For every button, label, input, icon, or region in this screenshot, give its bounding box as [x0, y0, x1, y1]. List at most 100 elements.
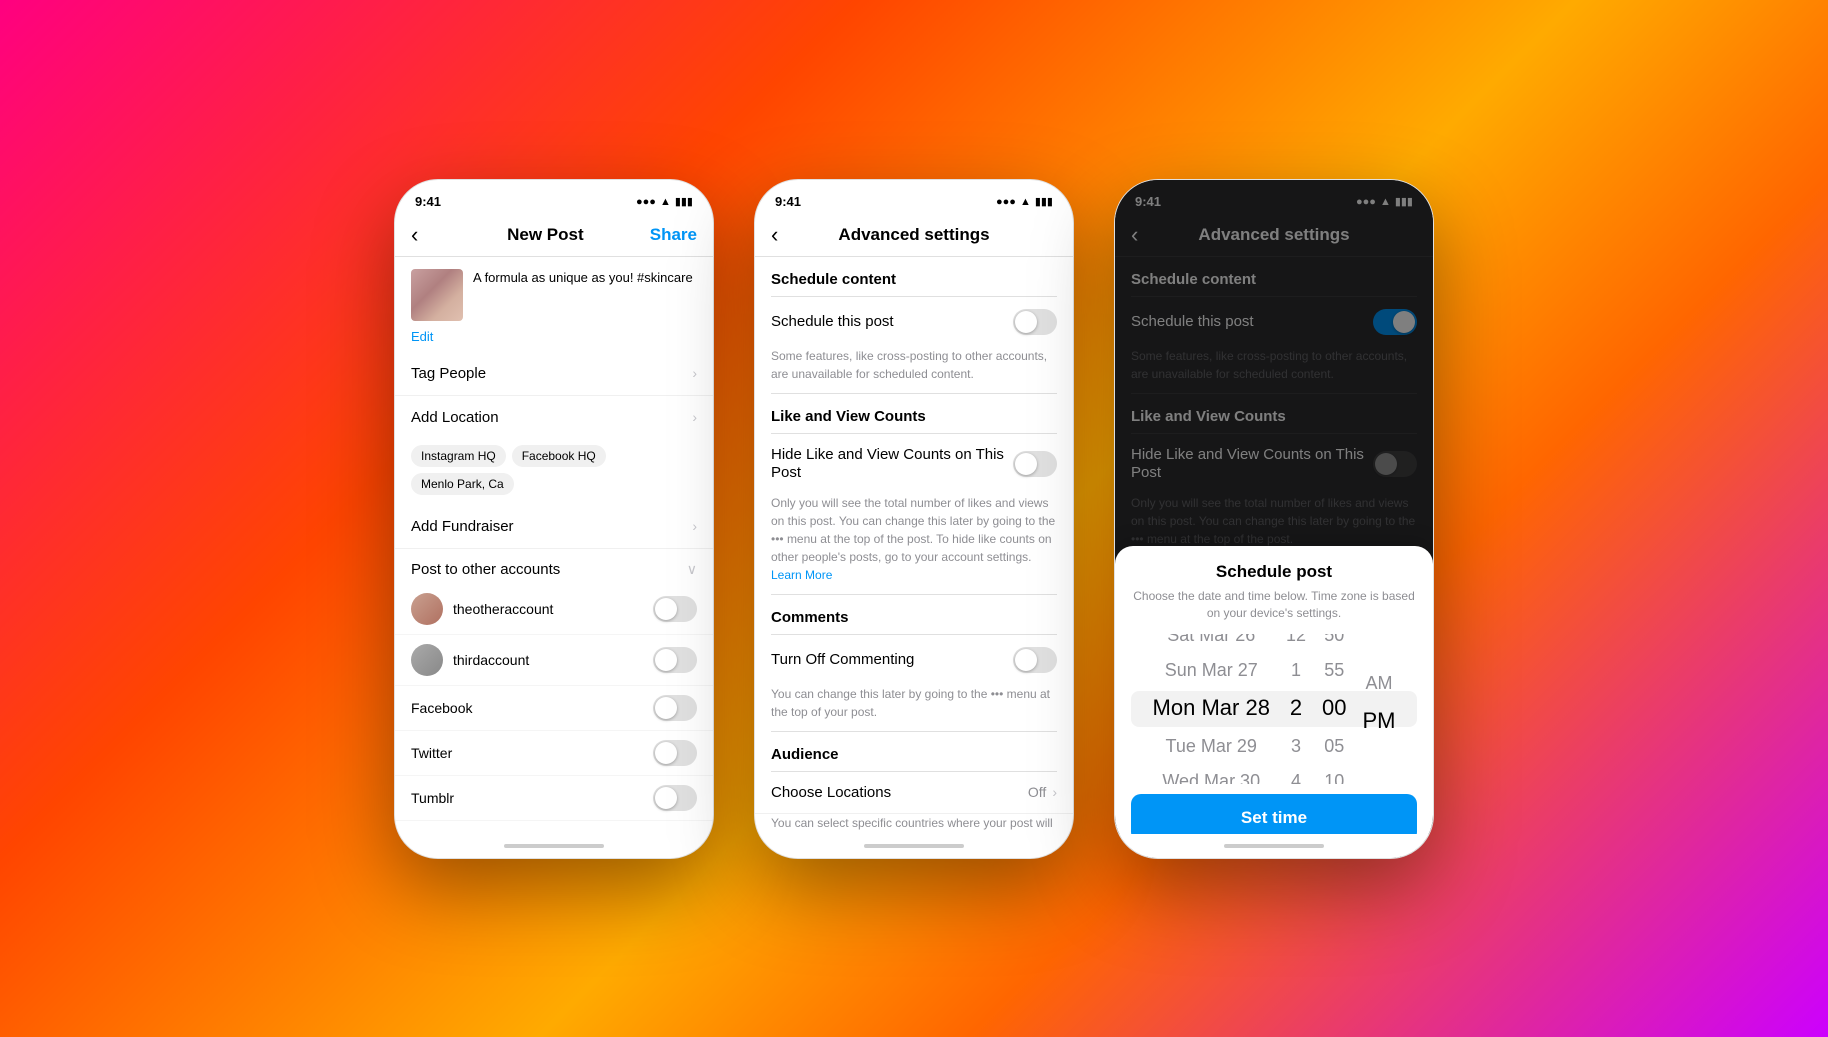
picker-min-55: 55 [1318, 654, 1350, 687]
picker-date-tue: Tue Mar 29 [1160, 730, 1263, 763]
chevron-icon-fundraiser: › [692, 518, 697, 534]
phone3: 9:41 ●●● ▲ ▮▮▮ ‹ Advanced settings Sched… [1114, 179, 1434, 859]
status-bar-2: 9:41 ●●● ▲ ▮▮▮ [755, 180, 1073, 216]
chip-facebook-hq[interactable]: Facebook HQ [512, 445, 606, 467]
picker-date-wed: Wed Mar 30 [1156, 765, 1266, 783]
modal-title: Schedule post [1131, 562, 1417, 582]
status-bar-1: 9:41 ●●● ▲ ▮▮▮ [395, 180, 713, 216]
choose-locations-value: Off [1028, 784, 1046, 800]
signal-icon: ●●● [636, 196, 656, 208]
comments-section-title: Comments [755, 595, 1073, 634]
picker-ampm-empty3 [1373, 742, 1385, 750]
add-fundraiser-row[interactable]: Add Fundraiser › [395, 505, 713, 549]
status-icons-2: ●●● ▲ ▮▮▮ [996, 195, 1053, 208]
back-button-2[interactable]: ‹ [771, 222, 801, 248]
turn-off-commenting-label: Turn Off Commenting [771, 651, 914, 668]
date-column: Fri Mar 25 Sat Mar 26 Sun Mar 27 Mon Mar… [1147, 634, 1276, 784]
tag-people-row[interactable]: Tag People › [395, 352, 713, 396]
picker-ampm-empty2 [1373, 657, 1385, 665]
hide-likes-left: Hide Like and View Counts on This Post [771, 446, 1013, 482]
picker-ampm-empty5 [1373, 762, 1385, 770]
chevron-down-icon: ∨ [687, 561, 697, 578]
twitter-toggle[interactable] [653, 740, 697, 766]
chip-instagram-hq[interactable]: Instagram HQ [411, 445, 506, 467]
home-bar-3 [1224, 844, 1324, 848]
status-time-1: 9:41 [415, 194, 441, 209]
picker-am: AM [1359, 667, 1398, 700]
schedule-toggle[interactable] [1013, 309, 1057, 335]
schedule-modal: Schedule post Choose the date and time b… [1115, 546, 1433, 858]
thumbnail-image [411, 269, 463, 321]
share-button[interactable]: Share [650, 225, 697, 245]
home-indicator-2 [755, 834, 1073, 858]
account-toggle-1[interactable] [653, 596, 697, 622]
comments-subtext: You can change this later by going to th… [771, 687, 1050, 719]
hide-likes-label: Hide Like and View Counts on This Post [771, 446, 1004, 481]
tumblr-label: Tumblr [411, 790, 454, 806]
picker-min-10: 10 [1318, 765, 1350, 783]
post-to-accounts-section[interactable]: Post to other accounts ∨ [395, 549, 713, 584]
nav-title-2: Advanced settings [838, 225, 989, 245]
post-preview: A formula as unique as you! #skincare [395, 257, 713, 327]
tag-people-label: Tag People [411, 365, 486, 382]
location-chips: Instagram HQ Facebook HQ Menlo Park, Ca [395, 439, 713, 505]
commenting-toggle[interactable] [1013, 647, 1057, 673]
minute-column: 50 55 00 05 10 [1316, 634, 1352, 784]
account-info-2: thirdaccount [411, 644, 529, 676]
tumblr-toggle[interactable] [653, 785, 697, 811]
hide-likes-toggle[interactable] [1013, 451, 1057, 477]
twitter-label: Twitter [411, 745, 452, 761]
schedule-subtext: Some features, like cross-posting to oth… [771, 349, 1047, 381]
status-icons-1: ●●● ▲ ▮▮▮ [636, 195, 693, 208]
account-toggle-2[interactable] [653, 647, 697, 673]
account-avatar-2 [411, 644, 443, 676]
dark-overlay [1115, 180, 1433, 558]
facebook-label: Facebook [411, 700, 472, 716]
picker-date-sat: Sat Mar 26 [1161, 634, 1261, 652]
picker-hour-3: 3 [1285, 730, 1307, 763]
picker-min-50: 50 [1318, 634, 1350, 652]
facebook-toggle[interactable] [653, 695, 697, 721]
comments-subtext-container: You can change this later by going to th… [755, 685, 1073, 731]
tumblr-row: Tumblr [395, 776, 713, 821]
phone1: 9:41 ●●● ▲ ▮▮▮ ‹ New Post Share A formul… [394, 179, 714, 859]
post-thumbnail [411, 269, 463, 321]
audience-subtext: You can select specific countries where … [771, 816, 1053, 834]
choose-locations-row[interactable]: Choose Locations Off › [755, 772, 1073, 814]
account-name-2: thirdaccount [453, 652, 529, 668]
nav-bar-1: ‹ New Post Share [395, 216, 713, 257]
account-info-1: theotheraccount [411, 593, 553, 625]
nav-bar-2: ‹ Advanced settings [755, 216, 1073, 257]
status-time-2: 9:41 [775, 194, 801, 209]
account-row-2: thirdaccount [395, 635, 713, 686]
add-location-label: Add Location [411, 409, 499, 426]
nav-title-1: New Post [507, 225, 584, 245]
chevron-icon-audience: › [1052, 784, 1057, 800]
post-caption: A formula as unique as you! #skincare [473, 269, 697, 287]
advanced-settings-row[interactable]: Advanced Settings › [395, 821, 713, 834]
back-button-1[interactable]: ‹ [411, 222, 441, 248]
hour-column: 11 12 1 2 3 4 5 [1280, 634, 1312, 784]
wifi-icon-2: ▲ [1020, 196, 1031, 208]
chip-menlo-park[interactable]: Menlo Park, Ca [411, 473, 514, 495]
battery-icon-2: ▮▮▮ [1035, 195, 1053, 208]
twitter-row: Twitter [395, 731, 713, 776]
ampm-column: AM PM [1356, 647, 1401, 771]
phone2: 9:41 ●●● ▲ ▮▮▮ ‹ Advanced settings Sched… [754, 179, 1074, 859]
modal-subtitle: Choose the date and time below. Time zon… [1131, 588, 1417, 622]
choose-locations-label: Choose Locations [771, 784, 891, 801]
account-row-1: theotheraccount [395, 584, 713, 635]
chevron-icon-location: › [692, 409, 697, 425]
audience-section-title: Audience [755, 732, 1073, 771]
choose-locations-right: Off › [1028, 784, 1057, 800]
home-bar-1 [504, 844, 604, 848]
home-indicator-3 [1115, 834, 1433, 858]
time-picker[interactable]: Fri Mar 25 Sat Mar 26 Sun Mar 27 Mon Mar… [1131, 634, 1417, 784]
edit-link[interactable]: Edit [395, 327, 713, 352]
facebook-row: Facebook [395, 686, 713, 731]
schedule-this-post-label: Schedule this post [771, 313, 894, 330]
picker-min-05: 05 [1318, 730, 1350, 763]
add-location-row[interactable]: Add Location › [395, 396, 713, 439]
account-name-1: theotheraccount [453, 601, 553, 617]
home-bar-2 [864, 844, 964, 848]
